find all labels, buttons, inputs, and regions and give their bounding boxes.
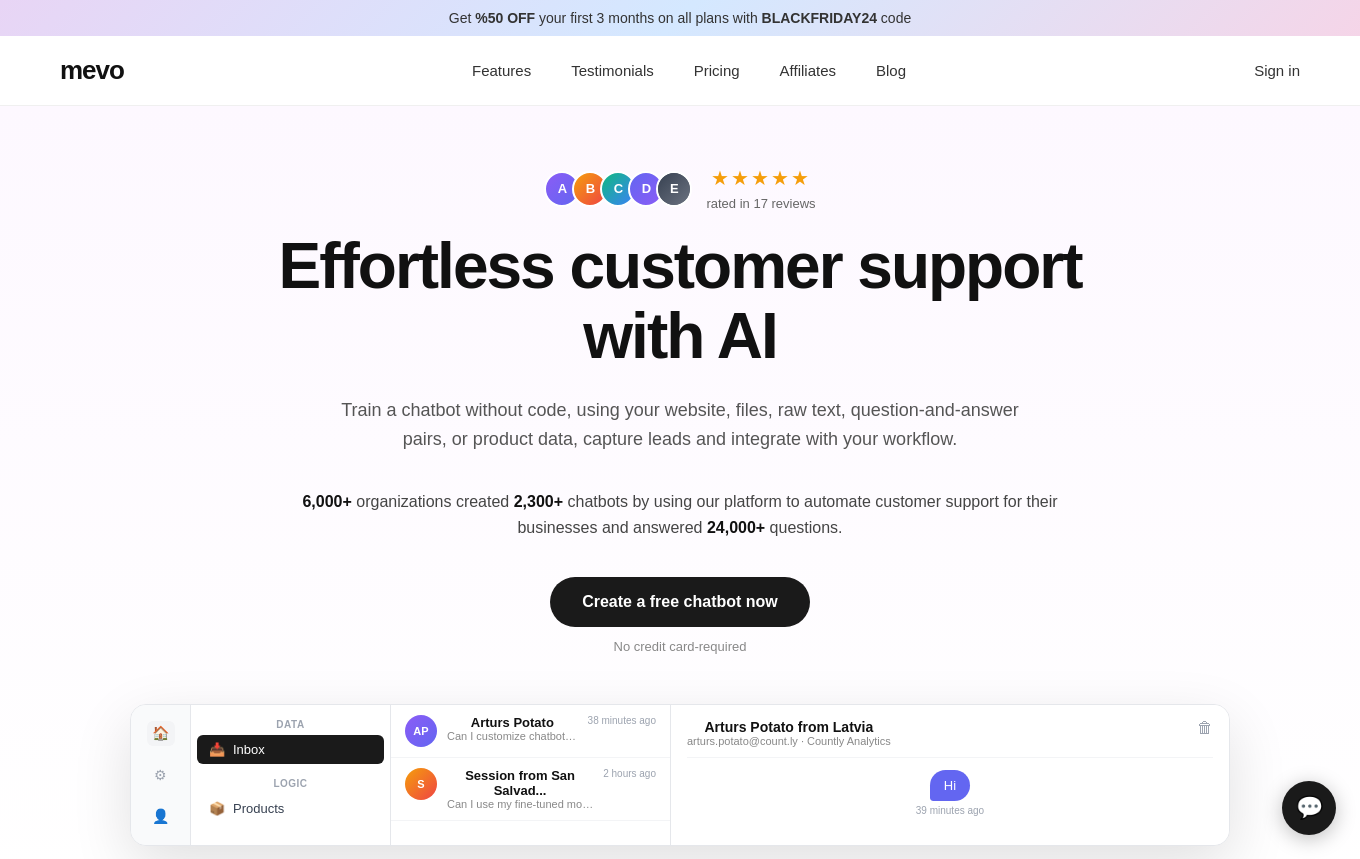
nav-affiliates[interactable]: Affiliates	[780, 62, 836, 79]
nav-links: Features Testimonials Pricing Affiliates…	[472, 62, 906, 80]
chat-user-name: Arturs Potato from Latvia	[687, 719, 891, 735]
products-icon: 📦	[209, 801, 225, 816]
banner-middle: your first 3 months on all plans with	[535, 10, 761, 26]
chat-delete-icon[interactable]: 🗑	[1197, 719, 1213, 737]
convo-info-2: Session from San Salvad... Can I use my …	[447, 768, 593, 810]
hero-stats: 6,000+ organizations created 2,300+ chat…	[300, 489, 1060, 540]
banner-discount: %50 OFF	[475, 10, 535, 26]
chat-user-detail: arturs.potato@count.ly · Countly Analyti…	[687, 735, 891, 747]
chat-widget-icon: 💬	[1296, 795, 1323, 821]
rating-text: rated in 17 reviews	[706, 196, 815, 211]
hero-title-line2: with AI	[583, 300, 776, 372]
hero-title: Effortless customer support with AI	[230, 231, 1130, 372]
convo-preview-2: Can I use my fine-tuned models?	[447, 798, 593, 810]
inbox-label: Inbox	[233, 742, 265, 757]
orgs-label: organizations created	[352, 493, 514, 510]
cta-area: Create a free chatbot now No credit card…	[20, 577, 1340, 654]
nav-features[interactable]: Features	[472, 62, 531, 79]
banner-code: BLACKFRIDAY24	[762, 10, 877, 26]
conversation-item-2[interactable]: S Session from San Salvad... Can I use m…	[391, 758, 670, 821]
convo-avatar-2: S	[405, 768, 437, 800]
hero-title-line1: Effortless customer support	[278, 230, 1081, 302]
banner-prefix: Get	[449, 10, 475, 26]
chat-widget-button[interactable]: 💬	[1282, 781, 1336, 835]
hero-section: A B C D E ★★★★★ rated in 17 reviews Effo…	[0, 106, 1360, 859]
menu-item-products[interactable]: 📦 Products	[197, 794, 384, 823]
convo-avatar-1: AP	[405, 715, 437, 747]
avatar-5: E	[656, 171, 692, 207]
conversation-list: AP Arturs Potato Can I customize chatbot…	[391, 705, 671, 845]
sidebar-home-icon[interactable]: 🏠	[147, 721, 175, 746]
banner-suffix: code	[877, 10, 911, 26]
promo-banner: Get %50 OFF your first 3 months on all p…	[0, 0, 1360, 36]
dash-left-panel: DATA 📥 Inbox LOGIC 📦 Products	[191, 705, 391, 845]
convo-name-1: Arturs Potato	[447, 715, 578, 730]
no-card-text: No credit card-required	[20, 639, 1340, 654]
conversation-item-1[interactable]: AP Arturs Potato Can I customize chatbot…	[391, 705, 670, 758]
chat-area: Arturs Potato from Latvia arturs.potato@…	[671, 705, 1229, 845]
chat-bubble-time: 39 minutes ago	[687, 805, 1213, 816]
convo-time-1: 38 minutes ago	[588, 715, 656, 726]
convo-time-2: 2 hours ago	[603, 768, 656, 779]
nav-pricing[interactable]: Pricing	[694, 62, 740, 79]
dashboard-preview: 🏠 ⚙ 👤 DATA 📥 Inbox LOGIC 📦 Products	[130, 704, 1230, 846]
reviewer-avatars: A B C D E ★★★★★ rated in 17 reviews	[20, 166, 1340, 211]
logo[interactable]: mevo	[60, 55, 124, 86]
inbox-icon: 📥	[209, 742, 225, 757]
section-label-data: DATA	[191, 715, 390, 734]
dash-sidebar: 🏠 ⚙ 👤	[131, 705, 191, 845]
nav-testimonials[interactable]: Testimonials	[571, 62, 654, 79]
convo-info-1: Arturs Potato Can I customize chatbot co…	[447, 715, 578, 742]
rating-block: ★★★★★ rated in 17 reviews	[706, 166, 815, 211]
products-label: Products	[233, 801, 284, 816]
chat-bubble: Hi	[930, 770, 970, 801]
nav-blog[interactable]: Blog	[876, 62, 906, 79]
create-chatbot-button[interactable]: Create a free chatbot now	[550, 577, 810, 627]
questions-label: questions.	[765, 519, 842, 536]
menu-item-inbox[interactable]: 📥 Inbox	[197, 735, 384, 764]
chat-user-info: Arturs Potato from Latvia arturs.potato@…	[687, 719, 891, 747]
sign-in-button[interactable]: Sign in	[1254, 62, 1300, 79]
chat-bubble-area: Hi 39 minutes ago	[687, 770, 1213, 816]
convo-preview-1: Can I customize chatbot color?	[447, 730, 578, 742]
chat-header: Arturs Potato from Latvia arturs.potato@…	[687, 719, 1213, 758]
orgs-count: 6,000+	[302, 493, 351, 510]
questions-count: 24,000+	[707, 519, 765, 536]
bots-count: 2,300+	[514, 493, 563, 510]
navbar: mevo Features Testimonials Pricing Affil…	[0, 36, 1360, 106]
star-rating: ★★★★★	[711, 166, 811, 190]
convo-name-2: Session from San Salvad...	[447, 768, 593, 798]
sidebar-user-icon[interactable]: 👤	[147, 803, 175, 828]
section-label-logic: LOGIC	[191, 774, 390, 793]
sidebar-settings-icon[interactable]: ⚙	[147, 762, 175, 787]
hero-subtitle: Train a chatbot without code, using your…	[330, 396, 1030, 454]
